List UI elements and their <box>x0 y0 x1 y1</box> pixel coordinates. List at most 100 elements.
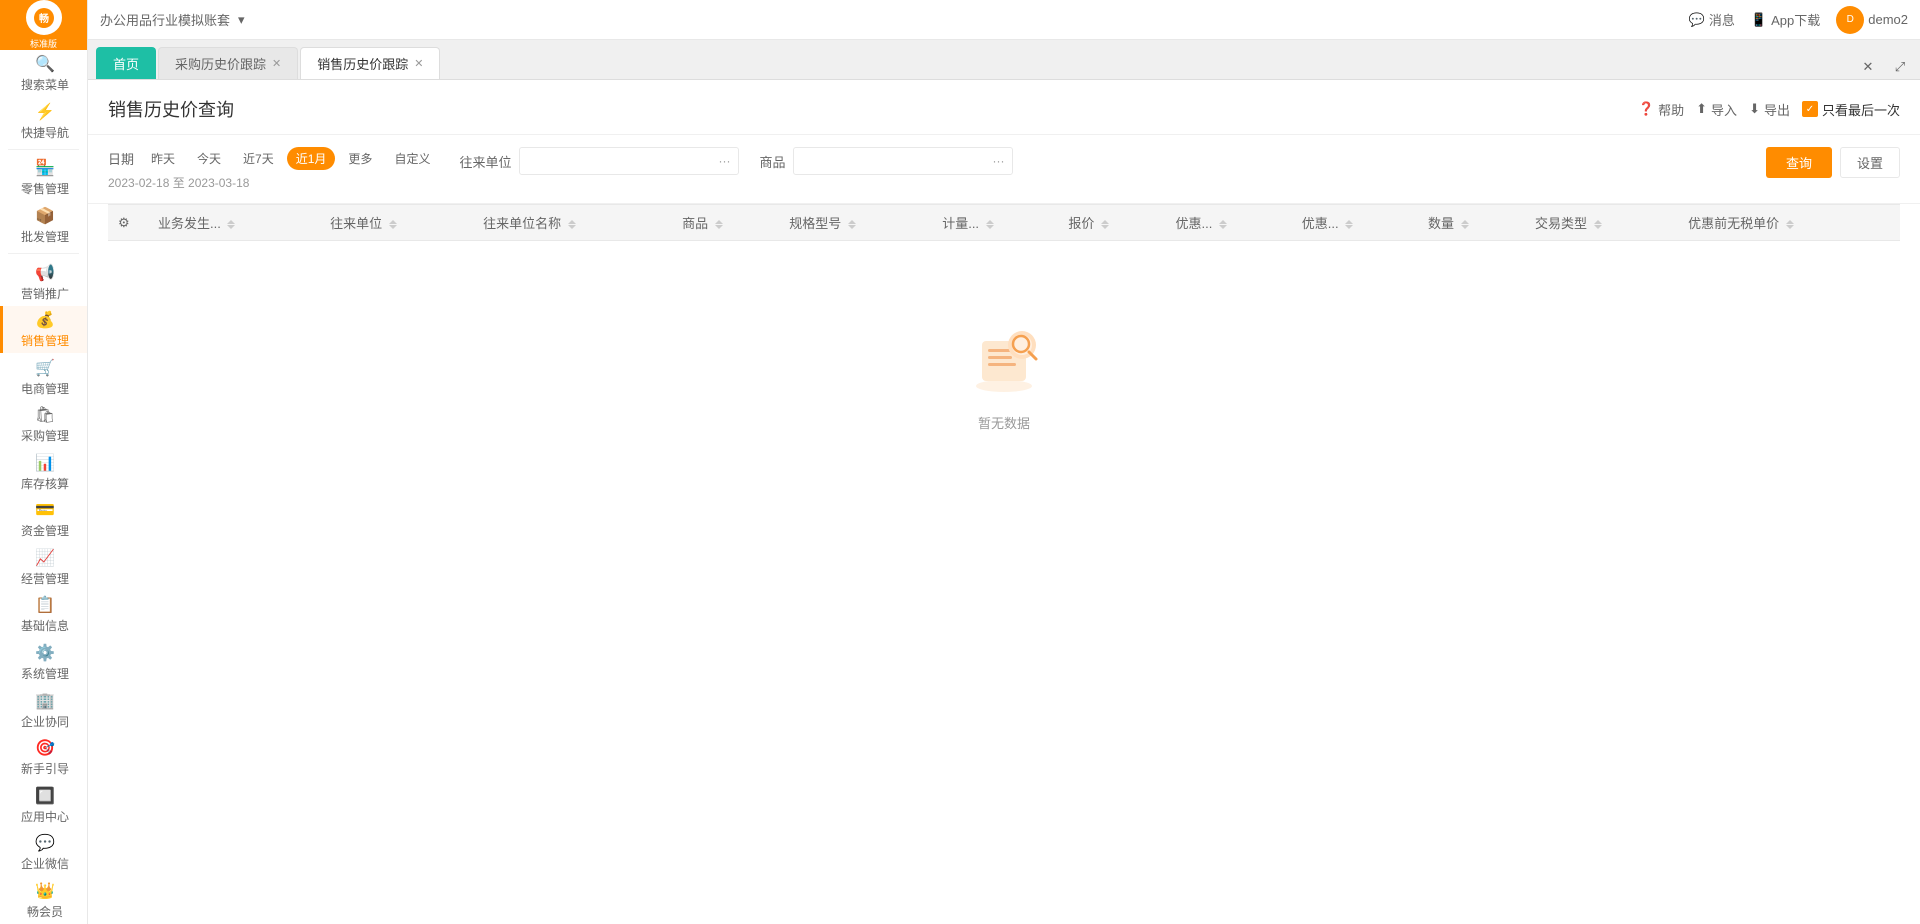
table-col-discount1[interactable]: 优惠... <box>1166 205 1292 241</box>
sidebar-item-label: 基础信息 <box>21 617 69 634</box>
divider <box>8 149 79 150</box>
sidebar-item-label: 新手引导 <box>21 760 69 777</box>
sort-up-icon <box>1219 220 1227 224</box>
table-col-quantity[interactable]: 数量 <box>1418 205 1525 241</box>
date-btn-last7days[interactable]: 近7天 <box>234 147 283 170</box>
sort-up-icon <box>1345 220 1353 224</box>
sidebar-item-quick-nav[interactable]: ⚡ 快捷导航 <box>0 98 87 146</box>
table-col-quote-price[interactable]: 报价 <box>1058 205 1165 241</box>
sidebar-item-label: 零售管理 <box>21 180 69 197</box>
svg-text:畅: 畅 <box>39 12 49 25</box>
query-button[interactable]: 查询 <box>1766 147 1832 178</box>
sidebar-item-wechat[interactable]: 💬 企业微信 <box>0 829 87 877</box>
table-col-settings: ⚙ <box>108 205 148 241</box>
date-btn-last1month[interactable]: 近1月 <box>287 147 336 170</box>
table-col-product[interactable]: 商品 <box>672 205 779 241</box>
content-area: 销售历史价查询 ❓ 帮助 ⬆ 导入 ⬇ 导出 ✓ 只 <box>88 80 1920 924</box>
sort-icon <box>1461 220 1469 229</box>
sort-up-icon <box>1786 220 1794 224</box>
product-dots: ··· <box>992 154 1004 168</box>
sort-down-icon <box>1219 225 1227 229</box>
empty-state: 暂无数据 <box>108 241 1900 512</box>
logo-icon: 畅 <box>26 0 62 35</box>
table-col-discount2[interactable]: 优惠... <box>1292 205 1418 241</box>
table-col-business-date[interactable]: 业务发生... <box>148 205 320 241</box>
close-icon[interactable]: ✕ <box>414 57 423 70</box>
message-button[interactable]: 💬 消息 <box>1689 10 1735 29</box>
sort-down-icon <box>389 225 397 229</box>
tab-home[interactable]: 首页 <box>96 47 156 79</box>
partner-filter-group: 往来单位 ··· <box>459 147 739 175</box>
gear-icon[interactable]: ⚙ <box>118 215 130 230</box>
sidebar-item-finance[interactable]: 💳 资金管理 <box>0 496 87 544</box>
filter-buttons: 查询 设置 <box>1766 147 1900 178</box>
topbar-title: 办公用品行业模拟账套 <box>100 10 230 29</box>
table-col-pre-tax-price[interactable]: 优惠前无税单价 <box>1678 205 1900 241</box>
sidebar-item-membership[interactable]: 👑 畅会员 <box>0 877 87 924</box>
date-label: 日期 <box>108 149 134 168</box>
sort-down-icon <box>1786 225 1794 229</box>
sort-down-icon <box>986 225 994 229</box>
sidebar-item-newbie[interactable]: 🎯 新手引导 <box>0 734 87 782</box>
tab-purchase-history[interactable]: 采购历史价跟踪 ✕ <box>158 47 298 79</box>
close-icon[interactable]: ✕ <box>272 57 281 70</box>
sort-up-icon <box>568 220 576 224</box>
partner-dots: ··· <box>718 154 730 168</box>
date-btn-custom[interactable]: 自定义 <box>385 147 439 170</box>
topbar-dropdown[interactable]: ▾ <box>238 12 245 28</box>
tab-label: 销售历史价跟踪 <box>317 54 408 73</box>
help-button[interactable]: ❓ 帮助 <box>1638 100 1684 119</box>
app-download-button[interactable]: 📱 App下载 <box>1751 10 1820 29</box>
sidebar-item-search[interactable]: 🔍 搜索菜单 <box>0 50 87 98</box>
sort-icon <box>1345 220 1353 229</box>
sidebar-item-wholesale[interactable]: 📦 批发管理 <box>0 202 87 250</box>
sidebar-item-inventory[interactable]: 📊 库存核算 <box>0 448 87 496</box>
nav-icon: ⚡ <box>35 102 55 122</box>
last-only-checkbox[interactable]: ✓ 只看最后一次 <box>1802 100 1900 119</box>
sidebar-item-ecommerce[interactable]: 🛒 电商管理 <box>0 353 87 401</box>
sidebar-item-basic-info[interactable]: 📋 基础信息 <box>0 591 87 639</box>
product-input[interactable]: ··· <box>793 147 1013 175</box>
sidebar-item-purchase[interactable]: 🛍 采购管理 <box>0 401 87 449</box>
sidebar-logo[interactable]: 畅 标准版 <box>0 0 87 50</box>
topbar-right: 💬 消息 📱 App下载 D demo2 <box>1689 6 1908 34</box>
sidebar-item-label: 资金管理 <box>21 522 69 539</box>
sort-up-icon <box>848 220 856 224</box>
table-col-partner-name[interactable]: 往来单位名称 <box>473 205 672 241</box>
sidebar-item-label: 库存核算 <box>21 475 69 492</box>
tab-sales-history[interactable]: 销售历史价跟踪 ✕ <box>300 47 440 79</box>
table-col-trade-type[interactable]: 交易类型 <box>1525 205 1678 241</box>
partner-input[interactable]: ··· <box>519 147 739 175</box>
basic-icon: 📋 <box>35 595 55 615</box>
sidebar-item-marketing[interactable]: 📢 营销推广 <box>0 258 87 306</box>
date-btn-yesterday[interactable]: 昨天 <box>142 147 184 170</box>
date-btn-more[interactable]: 更多 <box>339 147 381 170</box>
sidebar-item-app-center[interactable]: 🔲 应用中心 <box>0 781 87 829</box>
sidebar-item-label: 采购管理 <box>21 427 69 444</box>
ecommerce-icon: 🛒 <box>35 358 55 378</box>
table-col-partner-code[interactable]: 往来单位 <box>320 205 473 241</box>
maximize-button[interactable]: ⤢ <box>1888 55 1912 79</box>
sidebar-item-enterprise[interactable]: 🏢 企业协同 <box>0 686 87 734</box>
export-button[interactable]: ⬇ 导出 <box>1749 100 1790 119</box>
import-button[interactable]: ⬆ 导入 <box>1696 100 1737 119</box>
close-window-button[interactable]: ✕ <box>1856 55 1880 79</box>
avatar: D <box>1836 6 1864 34</box>
system-icon: ⚙️ <box>35 643 55 663</box>
settings-button[interactable]: 设置 <box>1840 147 1900 178</box>
page-actions: ❓ 帮助 ⬆ 导入 ⬇ 导出 ✓ 只看最后一次 <box>1638 100 1900 119</box>
sidebar-item-operations[interactable]: 📈 经营管理 <box>0 544 87 592</box>
sidebar-item-retail[interactable]: 🏪 零售管理 <box>0 154 87 202</box>
sort-icon <box>568 220 576 229</box>
sidebar-item-label: 企业协同 <box>21 713 69 730</box>
sidebar-item-system[interactable]: ⚙️ 系统管理 <box>0 639 87 687</box>
table-col-spec[interactable]: 规格型号 <box>779 205 932 241</box>
table-col-unit[interactable]: 计量... <box>932 205 1058 241</box>
checkmark-icon: ✓ <box>1806 104 1814 115</box>
empty-text: 暂无数据 <box>978 413 1030 432</box>
date-btn-today[interactable]: 今天 <box>188 147 230 170</box>
sidebar-item-sales-mgmt[interactable]: 💰 销售管理 <box>0 306 87 354</box>
retail-icon: 🏪 <box>35 158 55 178</box>
user-profile[interactable]: D demo2 <box>1836 6 1908 34</box>
table-header-row: ⚙ 业务发生... 往来单位 <box>108 205 1900 241</box>
